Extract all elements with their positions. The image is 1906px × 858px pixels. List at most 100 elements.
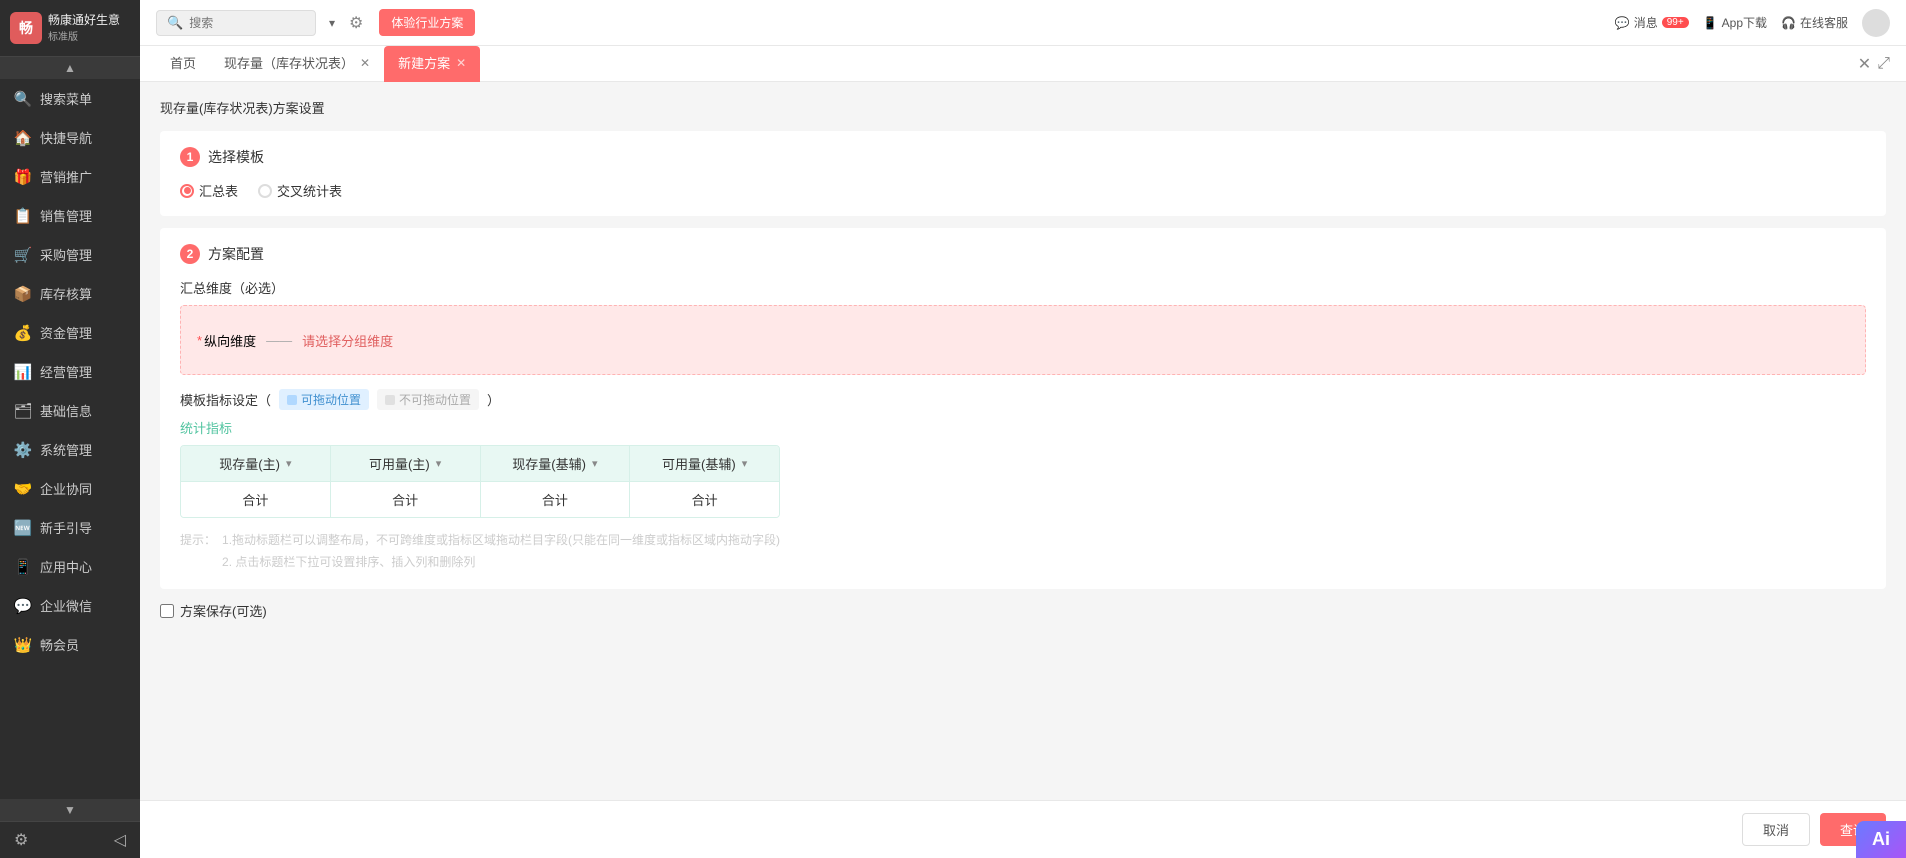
sidebar-item-inventory[interactable]: 📦 库存核算 [0, 274, 140, 313]
tab-home-label: 首页 [170, 53, 196, 72]
footer-buttons: 取消 查询 [140, 800, 1906, 858]
operations-icon: 📊 [14, 363, 32, 381]
page-title: 现存量(库存状况表)方案设置 [160, 98, 1886, 117]
sidebar-item-label: 资金管理 [40, 323, 92, 342]
indicator-label: 模板指标设定（ 可拖动位置 不可拖动位置 ） [180, 389, 1866, 410]
tab-new-scheme-close-icon[interactable]: ✕ [456, 56, 466, 70]
app-download-label: App下载 [1722, 14, 1767, 31]
sidebar-item-wechat[interactable]: 💬 企业微信 [0, 586, 140, 625]
app-version: 标准版 [48, 28, 120, 43]
stats-col-1-header[interactable]: 可用量(主) ▾ [331, 446, 481, 481]
section1-title: 选择模板 [208, 147, 264, 167]
save-section-label: 方案保存(可选) [180, 601, 267, 620]
app-center-icon: 📱 [14, 558, 32, 576]
chevron-down-icon-3: ▾ [742, 457, 748, 470]
chevron-down-icon: ▾ [329, 16, 335, 30]
non-draggable-badge: 不可拖动位置 [377, 389, 479, 410]
tip-line-1: 提示： 1.拖动标题栏可以调整布局，不可跨维度或指标区域拖动栏目字段(只能在同一… [180, 530, 1866, 552]
tab-home[interactable]: 首页 [156, 46, 210, 82]
sidebar-item-label: 搜索菜单 [40, 89, 92, 108]
tab-expand-action-button[interactable]: ⤢ [1877, 55, 1890, 73]
sidebar-item-operations[interactable]: 📊 经营管理 [0, 352, 140, 391]
sidebar-item-quick-nav[interactable]: 🏠 快捷导航 [0, 118, 140, 157]
stats-col-0-header[interactable]: 现存量(主) ▾ [181, 446, 331, 481]
sidebar-item-guide[interactable]: 🆕 新手引导 [0, 508, 140, 547]
radio-cross[interactable]: 交叉统计表 [258, 181, 342, 200]
stats-col-0-label: 现存量(主) [219, 454, 280, 473]
app-name: 畅康通好生意 [48, 13, 120, 29]
stats-col-1-sub: 合计 [331, 481, 481, 517]
tab-inventory-close-icon[interactable]: ✕ [360, 56, 370, 70]
sidebar-item-label: 应用中心 [40, 557, 92, 576]
inventory-icon: 📦 [14, 285, 32, 303]
sidebar-item-label: 库存核算 [40, 284, 92, 303]
tab-new-scheme[interactable]: 新建方案 ✕ [384, 46, 480, 82]
user-avatar[interactable] [1862, 9, 1890, 37]
stats-col-3-sub: 合计 [630, 481, 779, 517]
stats-col-3-header[interactable]: 可用量(基辅) ▾ [630, 446, 779, 481]
search-box[interactable]: 🔍 [156, 10, 316, 36]
stats-col-0-sub: 合计 [181, 481, 331, 517]
search-input[interactable] [189, 16, 305, 30]
sidebar-item-basic-info[interactable]: 🗂 基础信息 [0, 391, 140, 430]
save-checkbox[interactable] [160, 604, 174, 618]
draggable-color-swatch [287, 395, 297, 405]
sidebar-item-enterprise[interactable]: 🤝 企业协同 [0, 469, 140, 508]
draggable-label: 可拖动位置 [301, 391, 361, 408]
sidebar-item-label: 基础信息 [40, 401, 92, 420]
cancel-button[interactable]: 取消 [1742, 813, 1810, 846]
app-download-item[interactable]: 📱 App下载 [1703, 14, 1767, 31]
online-service-item[interactable]: 🎧 在线客服 [1781, 14, 1848, 31]
logo-text: 畅 [19, 18, 33, 38]
sidebar-item-label: 企业微信 [40, 596, 92, 615]
sidebar-item-finance[interactable]: 💰 资金管理 [0, 313, 140, 352]
sidebar-item-system[interactable]: ⚙️ 系统管理 [0, 430, 140, 469]
dim-arrow: —— [266, 333, 292, 348]
vertical-dim-label: 纵向维度 [204, 331, 256, 350]
save-section: 方案保存(可选) [160, 601, 1886, 620]
stats-col-3-label: 可用量(基辅) [662, 454, 736, 473]
sidebar-item-purchase[interactable]: 🛒 采购管理 [0, 235, 140, 274]
gear-icon[interactable]: ⚙ [349, 13, 363, 33]
sidebar-item-sales[interactable]: 📋 销售管理 [0, 196, 140, 235]
sidebar-item-marketing[interactable]: 🎁 营销推广 [0, 157, 140, 196]
section2-card: 2 方案配置 汇总维度（必选） * 纵向维度 —— 请选择分组维度 模板指标设定… [160, 228, 1886, 589]
dimension-area: * 纵向维度 —— 请选择分组维度 [180, 305, 1866, 375]
dim-required-label: 汇总维度（必选） [180, 278, 1866, 297]
topbar-dropdown[interactable]: ▾ [326, 16, 335, 30]
sound-bottom-icon[interactable]: ◁ [114, 830, 126, 850]
sidebar-scroll-up[interactable]: ▲ [0, 57, 140, 79]
online-service-label: 在线客服 [1800, 14, 1848, 31]
ai-badge[interactable]: Ai [1856, 821, 1906, 858]
sidebar-item-label: 畅会员 [40, 635, 79, 654]
message-item[interactable]: 💬 消息 99+ [1615, 14, 1689, 31]
sidebar-item-search-menu[interactable]: 🔍 搜索菜单 [0, 79, 140, 118]
sidebar-item-label: 新手引导 [40, 518, 92, 537]
tab-close-action-button[interactable]: ✕ [1858, 54, 1871, 74]
tips-area: 提示： 1.拖动标题栏可以调整布局，不可跨维度或指标区域拖动栏目字段(只能在同一… [180, 530, 1866, 573]
radio-cross-label: 交叉统计表 [277, 181, 342, 200]
purchase-icon: 🛒 [14, 246, 32, 264]
indicator-settings-close: ） [487, 390, 500, 409]
draggable-badge: 可拖动位置 [279, 389, 369, 410]
sidebar-scroll-down[interactable]: ▼ [0, 799, 140, 821]
logo-text-block: 畅康通好生意 标准版 [48, 13, 120, 44]
trial-industry-button[interactable]: 体验行业方案 [379, 9, 475, 36]
tab-new-scheme-label: 新建方案 [398, 53, 450, 72]
settings-bottom-icon[interactable]: ⚙ [14, 830, 28, 850]
stats-header-row: 现存量(主) ▾ 可用量(主) ▾ 现存量(基辅) ▾ 可用量(基辅) [181, 446, 779, 481]
radio-summary[interactable]: 汇总表 [180, 181, 238, 200]
stats-section-label: 统计指标 [180, 418, 1866, 437]
sidebar-bottom: ⚙ ◁ [0, 821, 140, 858]
sidebar-item-label: 经营管理 [40, 362, 92, 381]
sidebar-item-label: 销售管理 [40, 206, 92, 225]
sidebar-item-member[interactable]: 👑 畅会员 [0, 625, 140, 664]
search-icon: 🔍 [167, 15, 183, 31]
tab-inventory-status[interactable]: 现存量（库存状况表） ✕ [210, 46, 384, 82]
content-area: 现存量(库存状况表)方案设置 1 选择模板 汇总表 交叉统计表 2 [140, 82, 1906, 800]
stats-col-2-header[interactable]: 现存量(基辅) ▾ [481, 446, 631, 481]
stats-col-2-label: 现存量(基辅) [512, 454, 586, 473]
sidebar-item-app-center[interactable]: 📱 应用中心 [0, 547, 140, 586]
sales-icon: 📋 [14, 207, 32, 225]
tip-icon-1: 提示： [180, 530, 216, 552]
